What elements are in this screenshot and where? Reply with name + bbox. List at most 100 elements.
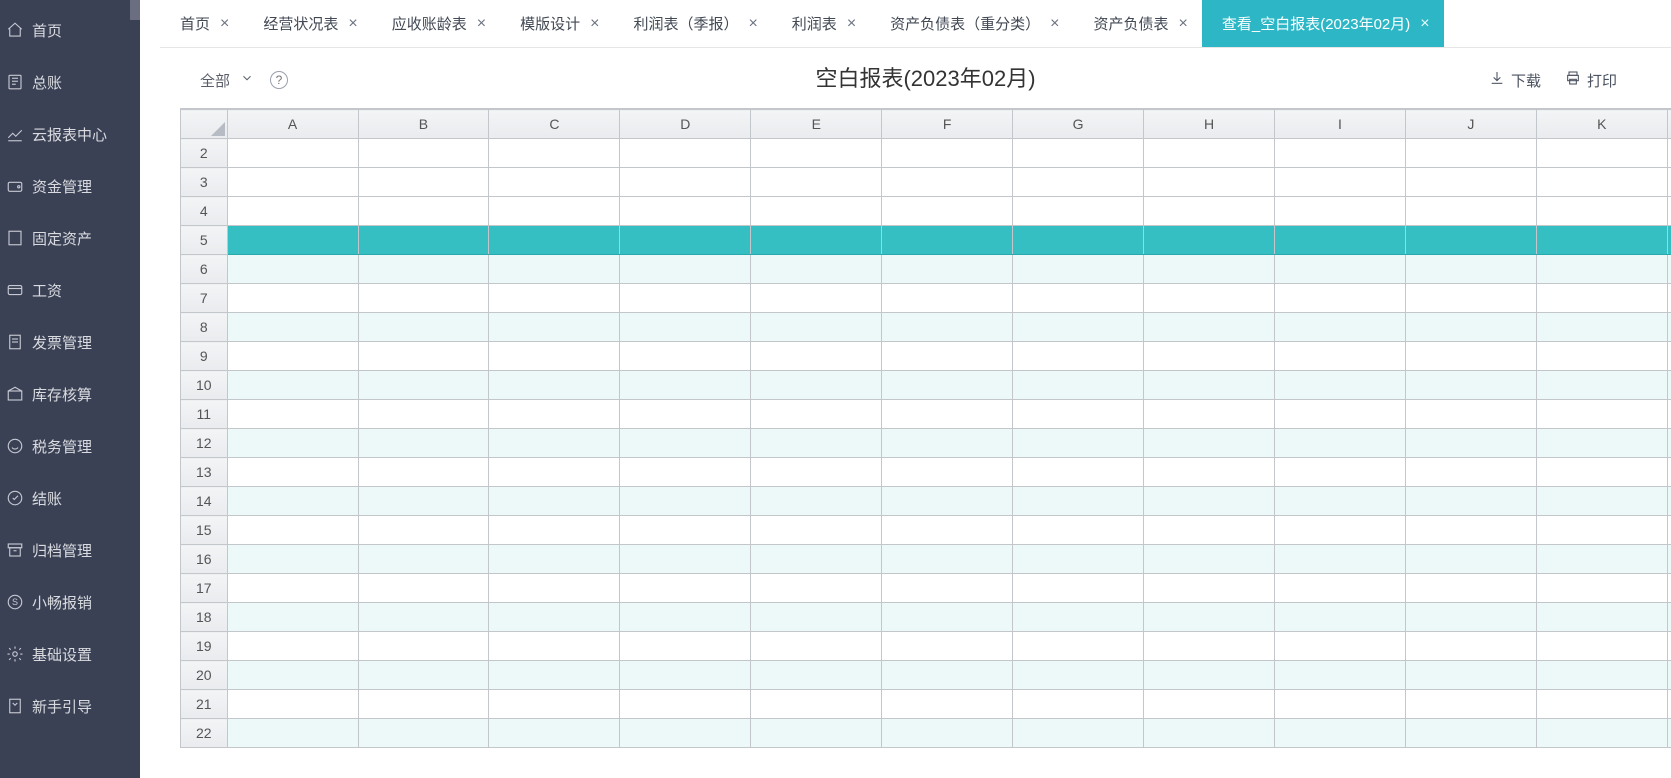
cell[interactable] <box>620 458 751 487</box>
cell[interactable] <box>1536 719 1667 748</box>
cell[interactable] <box>358 139 489 168</box>
cell[interactable] <box>1405 168 1536 197</box>
sidebar-item-building[interactable]: 固定资产 <box>0 212 140 264</box>
cell[interactable] <box>751 545 882 574</box>
cell[interactable] <box>1405 487 1536 516</box>
cell[interactable] <box>751 313 882 342</box>
cell[interactable] <box>1667 197 1671 226</box>
cell[interactable] <box>1274 313 1405 342</box>
row-header[interactable]: 12 <box>181 429 228 458</box>
cell[interactable] <box>358 255 489 284</box>
row-header[interactable]: 5 <box>181 226 228 255</box>
cell[interactable] <box>1667 226 1671 255</box>
cell[interactable] <box>1667 690 1671 719</box>
cell[interactable] <box>358 487 489 516</box>
cell[interactable] <box>1013 313 1144 342</box>
download-button[interactable]: 下载 <box>1489 70 1541 91</box>
column-header[interactable]: H <box>1144 110 1275 139</box>
cell[interactable] <box>882 690 1013 719</box>
cell[interactable] <box>489 603 620 632</box>
cell[interactable] <box>1013 168 1144 197</box>
close-icon[interactable]: × <box>477 16 486 32</box>
cell[interactable] <box>620 139 751 168</box>
cell[interactable] <box>882 719 1013 748</box>
cell[interactable] <box>1536 284 1667 313</box>
cell[interactable] <box>489 400 620 429</box>
cell[interactable] <box>1405 284 1536 313</box>
cell[interactable] <box>1144 255 1275 284</box>
cell[interactable] <box>620 632 751 661</box>
cell[interactable] <box>751 574 882 603</box>
cell[interactable] <box>620 400 751 429</box>
close-icon[interactable]: × <box>1050 16 1059 32</box>
cell[interactable] <box>1536 255 1667 284</box>
row-header[interactable]: 10 <box>181 371 228 400</box>
cell[interactable] <box>1536 603 1667 632</box>
cell[interactable] <box>1405 342 1536 371</box>
cell[interactable] <box>1144 429 1275 458</box>
cell[interactable] <box>1405 719 1536 748</box>
cell[interactable] <box>489 284 620 313</box>
sidebar-item-stock[interactable]: 库存核算 <box>0 368 140 420</box>
cell[interactable] <box>1405 661 1536 690</box>
cell[interactable] <box>227 371 358 400</box>
cell[interactable] <box>882 574 1013 603</box>
cell[interactable] <box>882 603 1013 632</box>
cell[interactable] <box>882 429 1013 458</box>
cell[interactable] <box>489 632 620 661</box>
cell[interactable] <box>751 284 882 313</box>
cell[interactable] <box>358 226 489 255</box>
cell[interactable] <box>1013 284 1144 313</box>
cell[interactable] <box>1667 400 1671 429</box>
cell[interactable] <box>1536 226 1667 255</box>
sidebar-item-archive[interactable]: 归档管理 <box>0 524 140 576</box>
cell[interactable] <box>751 719 882 748</box>
cell[interactable] <box>1013 371 1144 400</box>
sidebar-item-guide[interactable]: 新手引导 <box>0 680 140 732</box>
cell[interactable] <box>1667 313 1671 342</box>
cell[interactable] <box>1013 226 1144 255</box>
cell[interactable] <box>358 197 489 226</box>
cell[interactable] <box>489 313 620 342</box>
cell[interactable] <box>751 429 882 458</box>
cell[interactable] <box>489 255 620 284</box>
cell[interactable] <box>620 603 751 632</box>
cell[interactable] <box>489 429 620 458</box>
cell[interactable] <box>751 139 882 168</box>
cell[interactable] <box>489 371 620 400</box>
cell[interactable] <box>358 284 489 313</box>
sidebar-item-ledger[interactable]: 总账 <box>0 56 140 108</box>
cell[interactable] <box>1144 342 1275 371</box>
cell[interactable] <box>1274 197 1405 226</box>
cell[interactable] <box>1013 574 1144 603</box>
sidebar-item-close-period[interactable]: 结账 <box>0 472 140 524</box>
cell[interactable] <box>1013 255 1144 284</box>
cell[interactable] <box>1013 342 1144 371</box>
cell[interactable] <box>1144 226 1275 255</box>
tab[interactable]: 利润表× <box>772 0 870 47</box>
cell[interactable] <box>620 342 751 371</box>
cell[interactable] <box>1013 719 1144 748</box>
cell[interactable] <box>1144 371 1275 400</box>
cell[interactable] <box>751 661 882 690</box>
cell[interactable] <box>882 458 1013 487</box>
cell[interactable] <box>882 197 1013 226</box>
cell[interactable] <box>751 400 882 429</box>
cell[interactable] <box>358 168 489 197</box>
column-header[interactable]: D <box>620 110 751 139</box>
cell[interactable] <box>620 371 751 400</box>
cell[interactable] <box>358 516 489 545</box>
cell[interactable] <box>358 458 489 487</box>
cell[interactable] <box>1013 400 1144 429</box>
column-header[interactable] <box>1667 110 1671 139</box>
cell[interactable] <box>227 400 358 429</box>
cell[interactable] <box>1274 690 1405 719</box>
sidebar-item-pay[interactable]: 工资 <box>0 264 140 316</box>
cell[interactable] <box>751 458 882 487</box>
cell[interactable] <box>1144 458 1275 487</box>
sidebar-item-invoice[interactable]: 发票管理 <box>0 316 140 368</box>
cell[interactable] <box>489 342 620 371</box>
cell[interactable] <box>620 226 751 255</box>
column-header[interactable]: A <box>227 110 358 139</box>
cell[interactable] <box>1405 226 1536 255</box>
